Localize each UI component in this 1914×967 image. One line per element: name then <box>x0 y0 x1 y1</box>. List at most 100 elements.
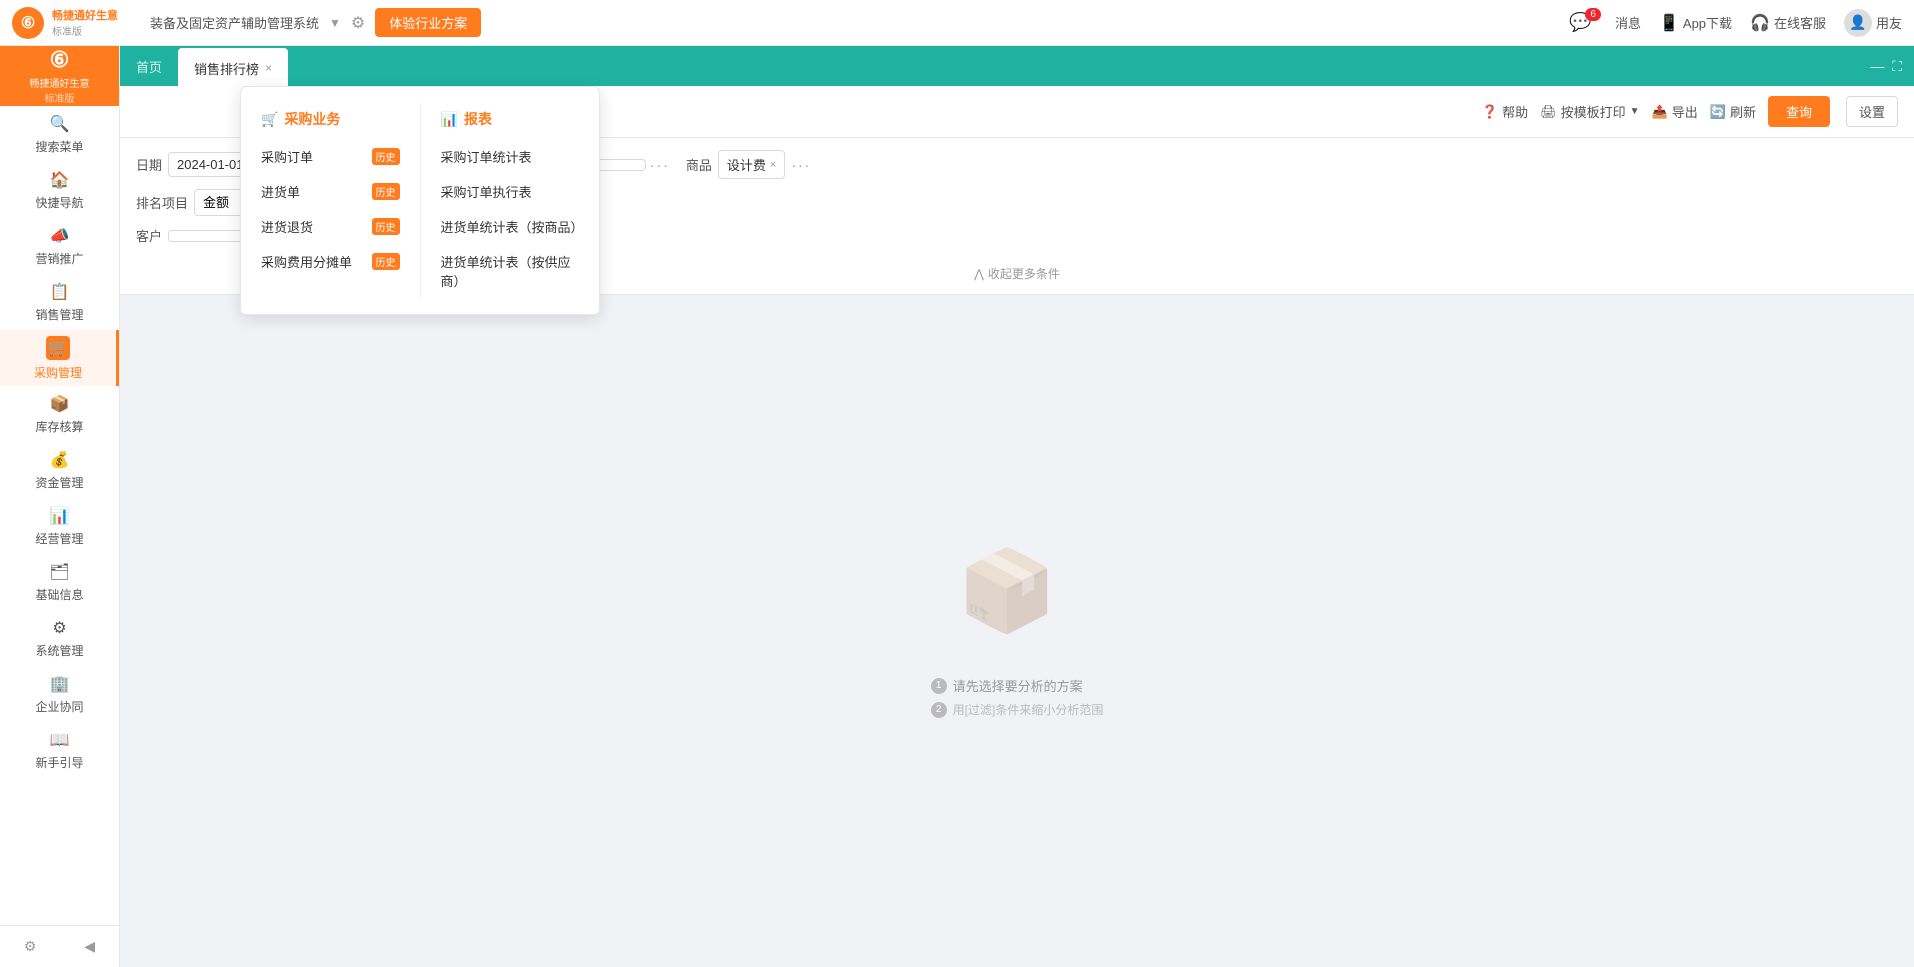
sidebar-item-purchase[interactable]: 🛒 采购管理 <box>0 330 119 386</box>
menu-item-label: 进货单 <box>261 182 300 201</box>
purchase-icon: 🛒 <box>46 336 70 360</box>
sidebar-item-label: 库存核算 <box>35 418 83 435</box>
tab-bar-right: — ⛶ <box>1870 58 1914 75</box>
operations-icon: 📊 <box>50 506 70 526</box>
sidebar-item-label: 营销推广 <box>35 250 83 267</box>
menu-item-purchase-order[interactable]: 采购订单 历史 <box>253 139 408 174</box>
tab-close-icon[interactable]: × <box>265 61 272 75</box>
marketing-icon: 📣 <box>50 226 70 246</box>
goods-tag[interactable]: 设计费 × <box>718 150 785 179</box>
settings-icon[interactable]: ⚙ <box>351 13 365 33</box>
export-icon: 📤 <box>1652 104 1668 120</box>
sidebar-item-sales[interactable]: 📋 销售管理 <box>0 274 119 330</box>
menu-item-return[interactable]: 进货退货 历史 <box>253 209 408 244</box>
purchase-section-title: 采购业务 <box>284 109 340 129</box>
sidebar-bottom: ⚙ ◀ <box>0 925 119 967</box>
menu-item-label: 采购费用分摊单 <box>261 252 352 271</box>
report-section-title: 报表 <box>464 109 492 129</box>
history-badge: 历史 <box>372 183 400 200</box>
menu-item-label: 进货单统计表（按商品） <box>441 217 580 236</box>
empty-state: 📦 1 请先选择要分析的方案 2 用[过滤]条件来缩小分析范围 <box>120 295 1914 967</box>
menu-item-expense[interactable]: 采购费用分摊单 历史 <box>253 244 408 279</box>
menu-item-label: 进货单统计表（按供应商） <box>441 252 580 290</box>
sidebar-item-basic[interactable]: 🗂 基础信息 <box>0 554 119 610</box>
sidebar-item-marketing[interactable]: 📣 营销推广 <box>0 218 119 274</box>
sidebar-item-search[interactable]: 🔍 搜索菜单 <box>0 106 119 162</box>
menu-item-order-stats[interactable]: 采购订单统计表 <box>433 139 588 174</box>
report-section-header: 📊 报表 <box>433 103 588 139</box>
tab-bar: 首页 销售排行榜 × — ⛶ <box>120 46 1914 86</box>
menu-item-inbound-stats-supplier[interactable]: 进货单统计表（按供应商） <box>433 244 588 298</box>
sidebar-item-finance[interactable]: 💰 资金管理 <box>0 442 119 498</box>
top-bar-right: 💬 6 消息 📱 App下载 🎧 在线客服 👤 用友 <box>1569 9 1902 37</box>
online-service-btn[interactable]: 🎧 在线客服 <box>1750 13 1826 33</box>
date-start: 2024-01-01 <box>177 157 244 172</box>
tab-maximize-btn[interactable]: ⛶ <box>1892 58 1902 75</box>
home-icon: 🏠 <box>50 170 70 190</box>
history-badge: 历史 <box>372 148 400 165</box>
doc-status-dots[interactable]: ··· <box>650 157 670 173</box>
sidebar-collapse-btn[interactable]: ◀ <box>80 934 99 959</box>
sidebar-item-inventory[interactable]: 📦 库存核算 <box>0 386 119 442</box>
collapse-btn[interactable]: ⋀ 收起更多条件 <box>974 259 1060 282</box>
export-btn[interactable]: 📤 导出 <box>1652 102 1698 121</box>
empty-hints: 1 请先选择要分析的方案 2 用[过滤]条件来缩小分析范围 <box>931 676 1104 718</box>
purchase-section: 🛒 采购业务 采购订单 历史 进货单 历史 进货退货 历史 <box>241 95 420 306</box>
print-dropdown-icon: ▼ <box>1630 106 1640 117</box>
content-area: 首页 销售排行榜 × — ⛶ ❓ 帮助 <box>120 46 1914 967</box>
sidebar-item-quick[interactable]: 🏠 快捷导航 <box>0 162 119 218</box>
avatar: 👤 <box>1844 9 1872 37</box>
logo-icon: ⑥ <box>12 7 44 39</box>
finance-icon: 💰 <box>50 450 70 470</box>
sidebar-item-label: 经营管理 <box>35 530 83 547</box>
app-download-btn[interactable]: 📱 App下载 <box>1659 13 1732 33</box>
dropdown-menu: 🛒 采购业务 采购订单 历史 进货单 历史 进货退货 历史 <box>240 86 600 315</box>
guide-icon: 📖 <box>50 730 70 750</box>
empty-hint2: 用[过滤]条件来缩小分析范围 <box>953 701 1104 718</box>
query-btn[interactable]: 查询 <box>1768 96 1830 127</box>
message-btn[interactable]: 💬 6 消息 <box>1569 12 1641 33</box>
sidebar-item-operations[interactable]: 📊 经营管理 <box>0 498 119 554</box>
top-bar-left: ⑥ 畅捷通好生意 标准版 装备及固定资产辅助管理系统 ▼ ⚙ 体验行业方案 <box>12 7 1569 39</box>
sidebar-item-label: 企业协同 <box>35 698 83 715</box>
refresh-btn[interactable]: 🔄 刷新 <box>1710 102 1756 121</box>
sales-icon: 📋 <box>50 282 70 302</box>
sidebar-item-label: 搜索菜单 <box>35 138 83 155</box>
goods-dots[interactable]: ··· <box>791 157 811 173</box>
tab-home[interactable]: 首页 <box>120 46 178 86</box>
print-icon: 🖨 <box>1540 104 1557 120</box>
filter-goods: 商品 设计费 × ··· <box>686 150 811 179</box>
system-icon: ⚙ <box>52 618 66 638</box>
empty-hint1: 请先选择要分析的方案 <box>953 676 1083 695</box>
settings-btn[interactable]: 设置 <box>1846 96 1898 127</box>
sidebar-item-system[interactable]: ⚙ 系统管理 <box>0 610 119 666</box>
tab-sales-rank-label: 销售排行榜 <box>194 59 259 78</box>
menu-item-inbound-stats-goods[interactable]: 进货单统计表（按商品） <box>433 209 588 244</box>
history-badge: 历史 <box>372 218 400 235</box>
help-btn[interactable]: ❓ 帮助 <box>1482 102 1528 121</box>
date-label: 日期 <box>136 155 162 174</box>
tab-minimize-btn[interactable]: — <box>1870 58 1884 74</box>
experience-btn[interactable]: 体验行业方案 <box>375 8 481 37</box>
menu-item-label: 采购订单执行表 <box>441 182 532 201</box>
menu-item-inbound[interactable]: 进货单 历史 <box>253 174 408 209</box>
menu-item-order-exec[interactable]: 采购订单执行表 <box>433 174 588 209</box>
sidebar-item-guide[interactable]: 📖 新手引导 <box>0 722 119 778</box>
rank-label: 排名项目 <box>136 193 188 212</box>
sidebar-settings-btn[interactable]: ⚙ <box>20 934 41 959</box>
goods-tag-value: 设计费 <box>727 155 766 174</box>
enterprise-icon: 🏢 <box>50 674 70 694</box>
sidebar-menu: 🔍 搜索菜单 🏠 快捷导航 📣 营销推广 📋 销售管理 🛒 采购管 <box>0 106 119 925</box>
goods-tag-close[interactable]: × <box>770 159 776 171</box>
user-btn[interactable]: 👤 用友 <box>1844 9 1902 37</box>
sidebar-item-enterprise[interactable]: 🏢 企业协同 <box>0 666 119 722</box>
customer-label: 客户 <box>136 226 162 245</box>
sidebar-item-label: 资金管理 <box>35 474 83 491</box>
main-layout: ⑥ 畅捷通好生意 标准版 🔍 搜索菜单 🏠 快捷导航 📣 营销推广 <box>0 46 1914 967</box>
tab-sales-rank[interactable]: 销售排行榜 × <box>178 48 288 88</box>
print-btn[interactable]: 🖨 按模板打印 ▼ <box>1540 102 1639 121</box>
search-icon: 🔍 <box>50 114 70 134</box>
dropdown-arrow-icon[interactable]: ▼ <box>329 16 341 30</box>
purchase-section-icon: 🛒 <box>261 111 278 128</box>
collapse-icon: ⋀ <box>974 267 984 281</box>
